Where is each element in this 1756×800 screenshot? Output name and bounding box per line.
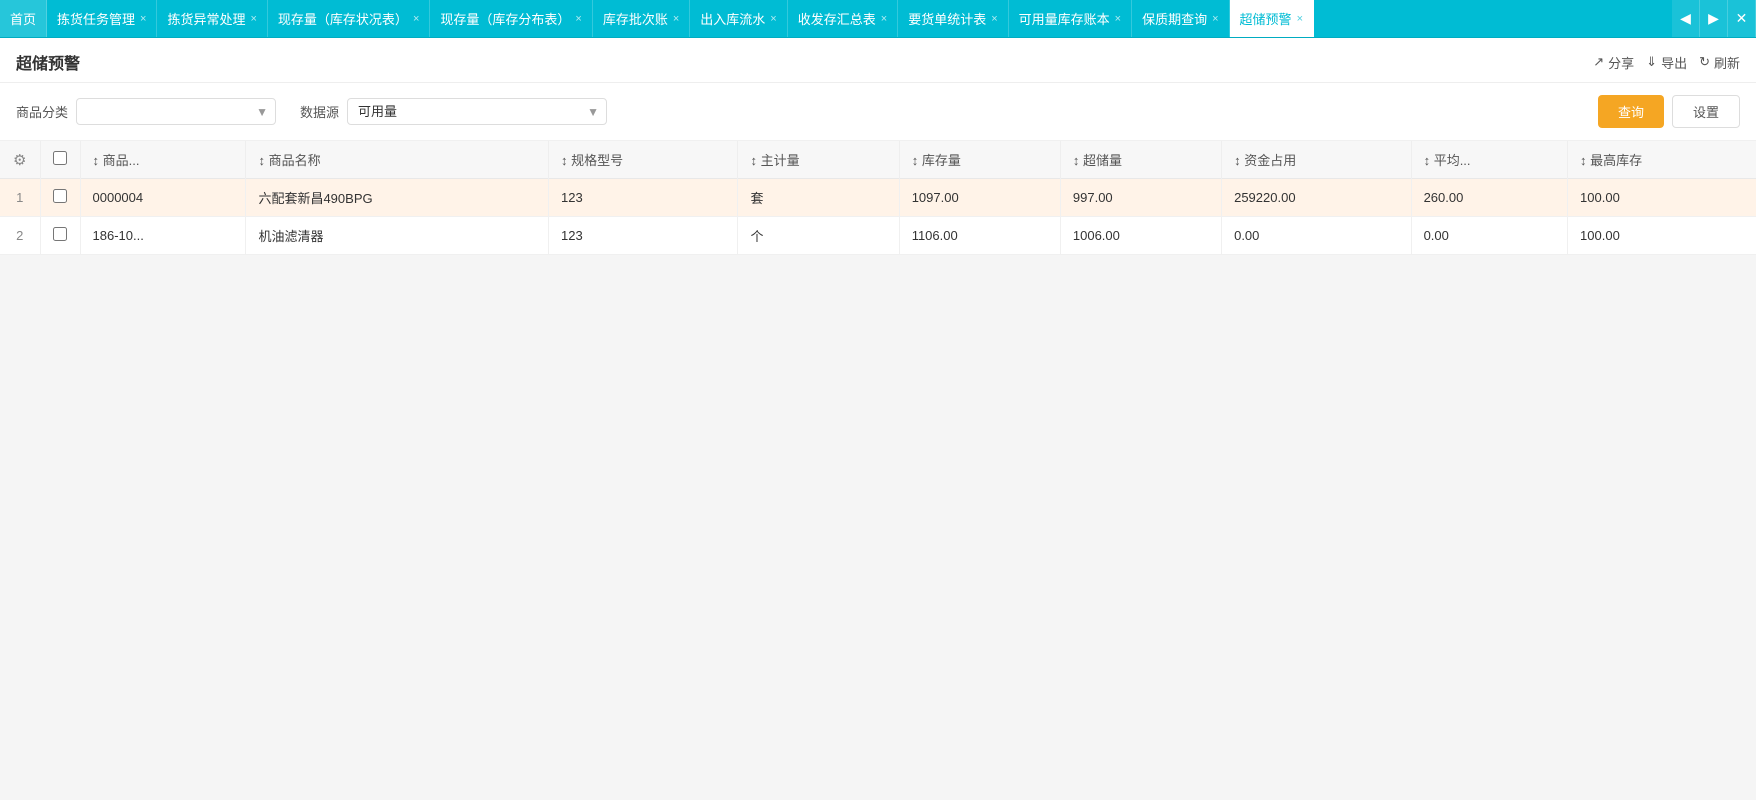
col-over-stock[interactable]: ↕ 超储量 [1060, 141, 1221, 179]
nav-item-2[interactable]: 拣货异常处理× [157, 0, 267, 37]
nav-item-1[interactable]: 拣货任务管理× [47, 0, 157, 37]
nav-item-6[interactable]: 出入库流水× [690, 0, 787, 37]
export-icon: ⇓ [1646, 54, 1657, 70]
category-filter-group: 商品分类 ▼ [16, 98, 276, 125]
page-actions: ↗ 分享 ⇓ 导出 ↻ 刷新 [1593, 53, 1740, 72]
cell-spec: 123 [549, 217, 738, 255]
nav-close-icon-1[interactable]: × [140, 13, 146, 25]
cell-product-code: 0000004 [80, 179, 246, 217]
row-checkbox-0[interactable] [53, 189, 67, 203]
col-unit[interactable]: ↕ 主计量 [738, 141, 899, 179]
nav-close-icon-7[interactable]: × [881, 13, 887, 25]
nav-item-0[interactable]: 首页 [0, 0, 47, 37]
col-capital-usage[interactable]: ↕ 资金占用 [1222, 141, 1411, 179]
cell-product-code: 186-10... [80, 217, 246, 255]
row-num: 2 [0, 217, 40, 255]
settings-button[interactable]: 设置 [1672, 95, 1740, 128]
page-header: 超储预警 ↗ 分享 ⇓ 导出 ↻ 刷新 [0, 38, 1756, 83]
table-wrapper: ⚙ ↕ 商品... ↕ 商品名称 ↕ 规格型号 [0, 141, 1756, 255]
export-button[interactable]: ⇓ 导出 [1646, 53, 1687, 72]
cell-over-stock: 1006.00 [1060, 217, 1221, 255]
nav-item-10[interactable]: 保质期查询× [1132, 0, 1229, 37]
col-max-stock[interactable]: ↕ 最高库存 [1568, 141, 1756, 179]
nav-item-11[interactable]: 超储预警× [1230, 0, 1314, 37]
filter-buttons: 查询 设置 [1598, 95, 1740, 128]
datasource-label: 数据源 [300, 102, 339, 121]
row-checkbox-cell [40, 217, 80, 255]
cell-avg: 0.00 [1411, 217, 1567, 255]
cell-stock: 1106.00 [899, 217, 1060, 255]
nav-close-icon-3[interactable]: × [413, 13, 419, 25]
col-avg[interactable]: ↕ 平均... [1411, 141, 1567, 179]
nav-close-icon-5[interactable]: × [673, 13, 679, 25]
row-num: 1 [0, 179, 40, 217]
nav-arrow-left[interactable]: ◀ [1672, 0, 1700, 38]
page-title: 超储预警 [16, 50, 80, 74]
share-button[interactable]: ↗ 分享 [1593, 53, 1634, 72]
category-label: 商品分类 [16, 102, 68, 121]
datasource-select-wrapper: 可用量 库存量 ▼ [347, 98, 607, 125]
data-table: ⚙ ↕ 商品... ↕ 商品名称 ↕ 规格型号 [0, 141, 1756, 255]
row-checkbox-1[interactable] [53, 227, 67, 241]
table-header-row: ⚙ ↕ 商品... ↕ 商品名称 ↕ 规格型号 [0, 141, 1756, 179]
category-select[interactable] [76, 98, 276, 125]
nav-item-5[interactable]: 库存批次账× [593, 0, 690, 37]
cell-unit: 个 [738, 217, 899, 255]
nav-arrow-right[interactable]: ▶ [1700, 0, 1728, 38]
share-icon: ↗ [1593, 54, 1604, 70]
gear-header: ⚙ [0, 141, 40, 179]
nav-arrows: ◀ ▶ ✕ [1672, 0, 1756, 38]
nav-close-icon-9[interactable]: × [1115, 13, 1121, 25]
nav-close-icon-10[interactable]: × [1212, 13, 1218, 25]
cell-over-stock: 997.00 [1060, 179, 1221, 217]
col-product-name[interactable]: ↕ 商品名称 [246, 141, 549, 179]
nav-close-icon-6[interactable]: × [770, 13, 776, 25]
cell-max-stock: 100.00 [1568, 217, 1756, 255]
nav-item-7[interactable]: 收发存汇总表× [788, 0, 898, 37]
nav-item-9[interactable]: 可用量库存账本× [1009, 0, 1132, 37]
nav-close-all[interactable]: ✕ [1728, 0, 1756, 38]
page-content: 超储预警 ↗ 分享 ⇓ 导出 ↻ 刷新 商品分类 ▼ [0, 38, 1756, 255]
col-product-code[interactable]: ↕ 商品... [80, 141, 246, 179]
table-row: 1 0000004 六配套新昌490BPG 123 套 1097.00 997.… [0, 179, 1756, 217]
cell-max-stock: 100.00 [1568, 179, 1756, 217]
table-row: 2 186-10... 机油滤清器 123 个 1106.00 1006.00 … [0, 217, 1756, 255]
cell-capital-usage: 0.00 [1222, 217, 1411, 255]
cell-stock: 1097.00 [899, 179, 1060, 217]
gear-icon[interactable]: ⚙ [13, 152, 26, 169]
nav-item-4[interactable]: 现存量（库存分布表）× [430, 0, 592, 37]
col-spec[interactable]: ↕ 规格型号 [549, 141, 738, 179]
cell-avg: 260.00 [1411, 179, 1567, 217]
query-button[interactable]: 查询 [1598, 95, 1664, 128]
nav-close-icon-4[interactable]: × [575, 13, 581, 25]
nav-close-icon-8[interactable]: × [991, 13, 997, 25]
cell-capital-usage: 259220.00 [1222, 179, 1411, 217]
refresh-icon: ↻ [1699, 54, 1710, 70]
datasource-filter-group: 数据源 可用量 库存量 ▼ [300, 98, 607, 125]
nav-item-8[interactable]: 要货单统计表× [898, 0, 1008, 37]
nav-close-icon-11[interactable]: × [1297, 13, 1303, 25]
refresh-button[interactable]: ↻ 刷新 [1699, 53, 1740, 72]
datasource-select[interactable]: 可用量 库存量 [347, 98, 607, 125]
cell-unit: 套 [738, 179, 899, 217]
filter-bar: 商品分类 ▼ 数据源 可用量 库存量 ▼ 查询 设置 [0, 83, 1756, 141]
cell-spec: 123 [549, 179, 738, 217]
nav-close-icon-2[interactable]: × [250, 13, 256, 25]
select-all-checkbox[interactable] [53, 151, 67, 165]
row-checkbox-cell [40, 179, 80, 217]
nav-item-3[interactable]: 现存量（库存状况表）× [268, 0, 430, 37]
category-select-wrapper: ▼ [76, 98, 276, 125]
top-navigation: 首页拣货任务管理×拣货异常处理×现存量（库存状况表）×现存量（库存分布表）×库存… [0, 0, 1756, 38]
col-stock[interactable]: ↕ 库存量 [899, 141, 1060, 179]
checkbox-header [40, 141, 80, 179]
cell-product-name: 六配套新昌490BPG [246, 179, 549, 217]
cell-product-name: 机油滤清器 [246, 217, 549, 255]
